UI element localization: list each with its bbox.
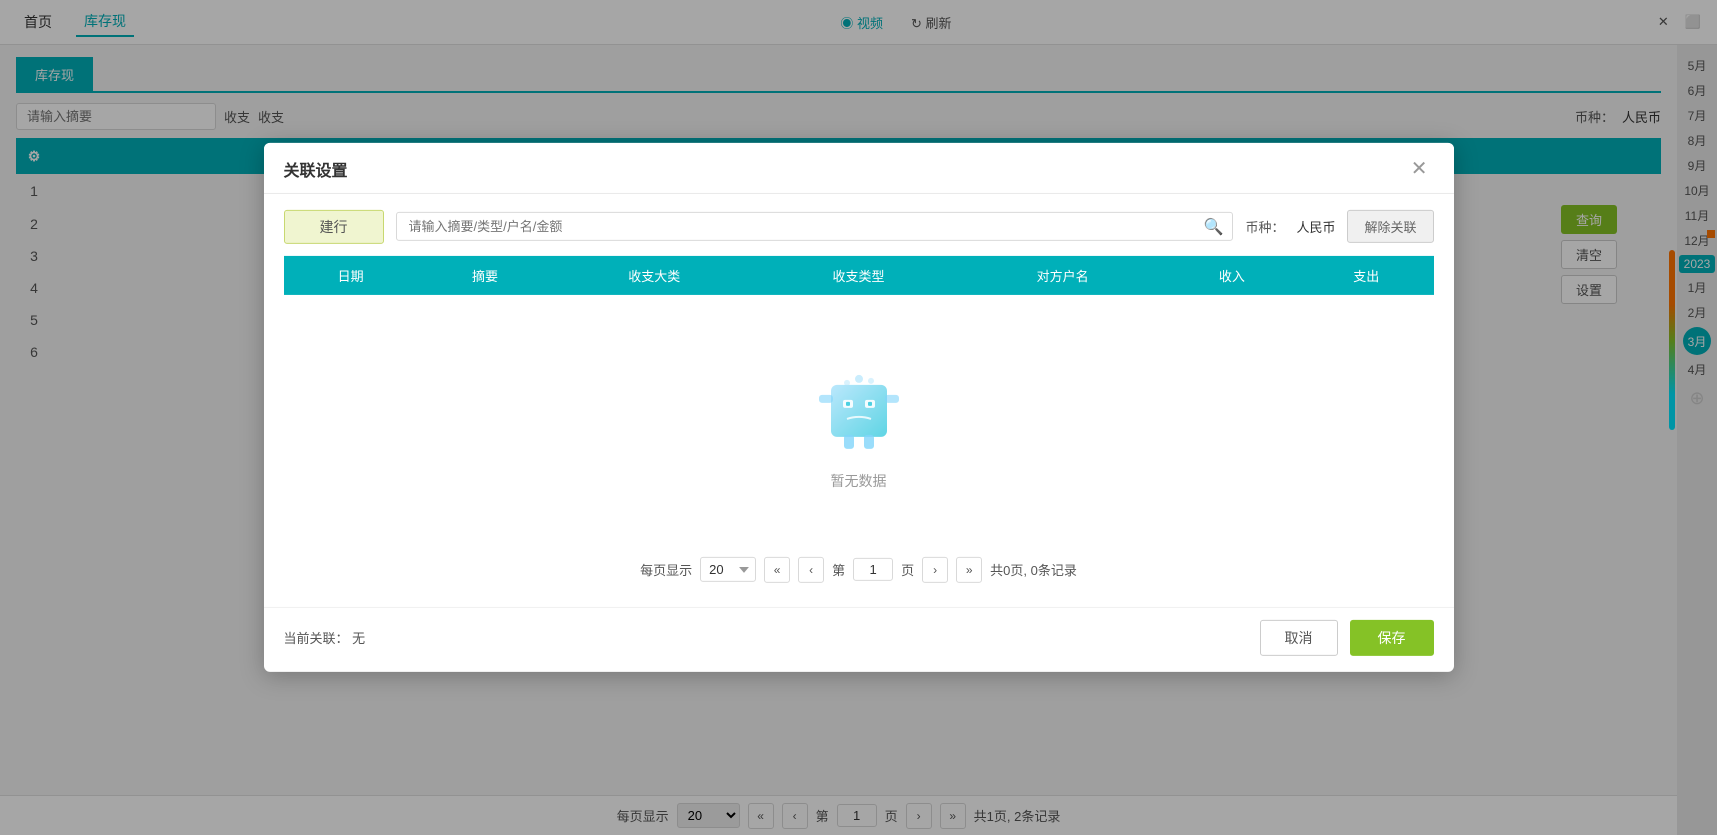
per-page-label: 每页显示 bbox=[640, 560, 692, 579]
col-summary: 摘要 bbox=[418, 255, 552, 294]
prev-page-btn[interactable]: ‹ bbox=[798, 556, 824, 582]
empty-text: 暂无数据 bbox=[831, 470, 887, 490]
per-page-select[interactable]: 20 50 100 bbox=[700, 557, 756, 582]
cancel-button[interactable]: 取消 bbox=[1260, 619, 1338, 655]
modal-header: 关联设置 ✕ bbox=[264, 142, 1454, 193]
table-header-row: 日期 摘要 收支大类 收支类型 对方户名 收入 支出 bbox=[284, 255, 1434, 294]
first-page-btn[interactable]: « bbox=[764, 556, 790, 582]
page-number-input[interactable] bbox=[853, 558, 893, 581]
current-link-area: 当前关联： 无 bbox=[284, 628, 366, 647]
col-date: 日期 bbox=[284, 255, 418, 294]
col-income: 收入 bbox=[1165, 255, 1299, 294]
modal-body: 建行 🔍 币种： 人民币 解除关联 日期 摘要 收支大类 收支类型 对方户名 收… bbox=[264, 193, 1454, 606]
page-label: 第 bbox=[832, 560, 845, 579]
col-expense: 支出 bbox=[1299, 255, 1433, 294]
search-icon[interactable]: 🔍 bbox=[1204, 216, 1224, 236]
modal-title: 关联设置 bbox=[284, 156, 348, 180]
col-type: 收支类型 bbox=[756, 255, 960, 294]
empty-state-row: 暂无数据 bbox=[284, 294, 1434, 540]
save-button[interactable]: 保存 bbox=[1350, 619, 1434, 655]
modal-footer: 当前关联： 无 取消 保存 bbox=[264, 606, 1454, 671]
empty-state-icon bbox=[809, 364, 909, 454]
search-wrapper: 🔍 bbox=[396, 212, 1234, 241]
search-input[interactable] bbox=[396, 212, 1234, 241]
empty-state: 暂无数据 bbox=[296, 304, 1422, 530]
last-page-btn[interactable]: » bbox=[956, 556, 982, 582]
next-page-btn[interactable]: › bbox=[922, 556, 948, 582]
unlink-button[interactable]: 解除关联 bbox=[1347, 210, 1433, 243]
current-link-label: 当前关联： bbox=[284, 631, 349, 646]
currency-label: 币种： bbox=[1245, 217, 1284, 236]
page-suffix: 页 bbox=[901, 560, 914, 579]
col-counterparty: 对方户名 bbox=[961, 255, 1165, 294]
pagination-row: 每页显示 20 50 100 « ‹ 第 页 › » 共0页, 0条记录 bbox=[284, 540, 1434, 590]
toolbar-row: 建行 🔍 币种： 人民币 解除关联 bbox=[284, 209, 1434, 243]
current-link-value: 无 bbox=[352, 631, 365, 646]
modal-close-button[interactable]: ✕ bbox=[1405, 156, 1434, 180]
modal-dialog: 关联设置 ✕ 建行 🔍 币种： 人民币 解除关联 日期 摘要 收支大类 收支类型 bbox=[264, 142, 1454, 671]
total-text: 共0页, 0条记录 bbox=[990, 560, 1077, 579]
footer-buttons: 取消 保存 bbox=[1260, 619, 1434, 655]
col-category: 收支大类 bbox=[552, 255, 756, 294]
bank-tag: 建行 bbox=[284, 209, 384, 243]
data-table: 日期 摘要 收支大类 收支类型 对方户名 收入 支出 bbox=[284, 255, 1434, 540]
currency-value: 人民币 bbox=[1296, 217, 1335, 236]
